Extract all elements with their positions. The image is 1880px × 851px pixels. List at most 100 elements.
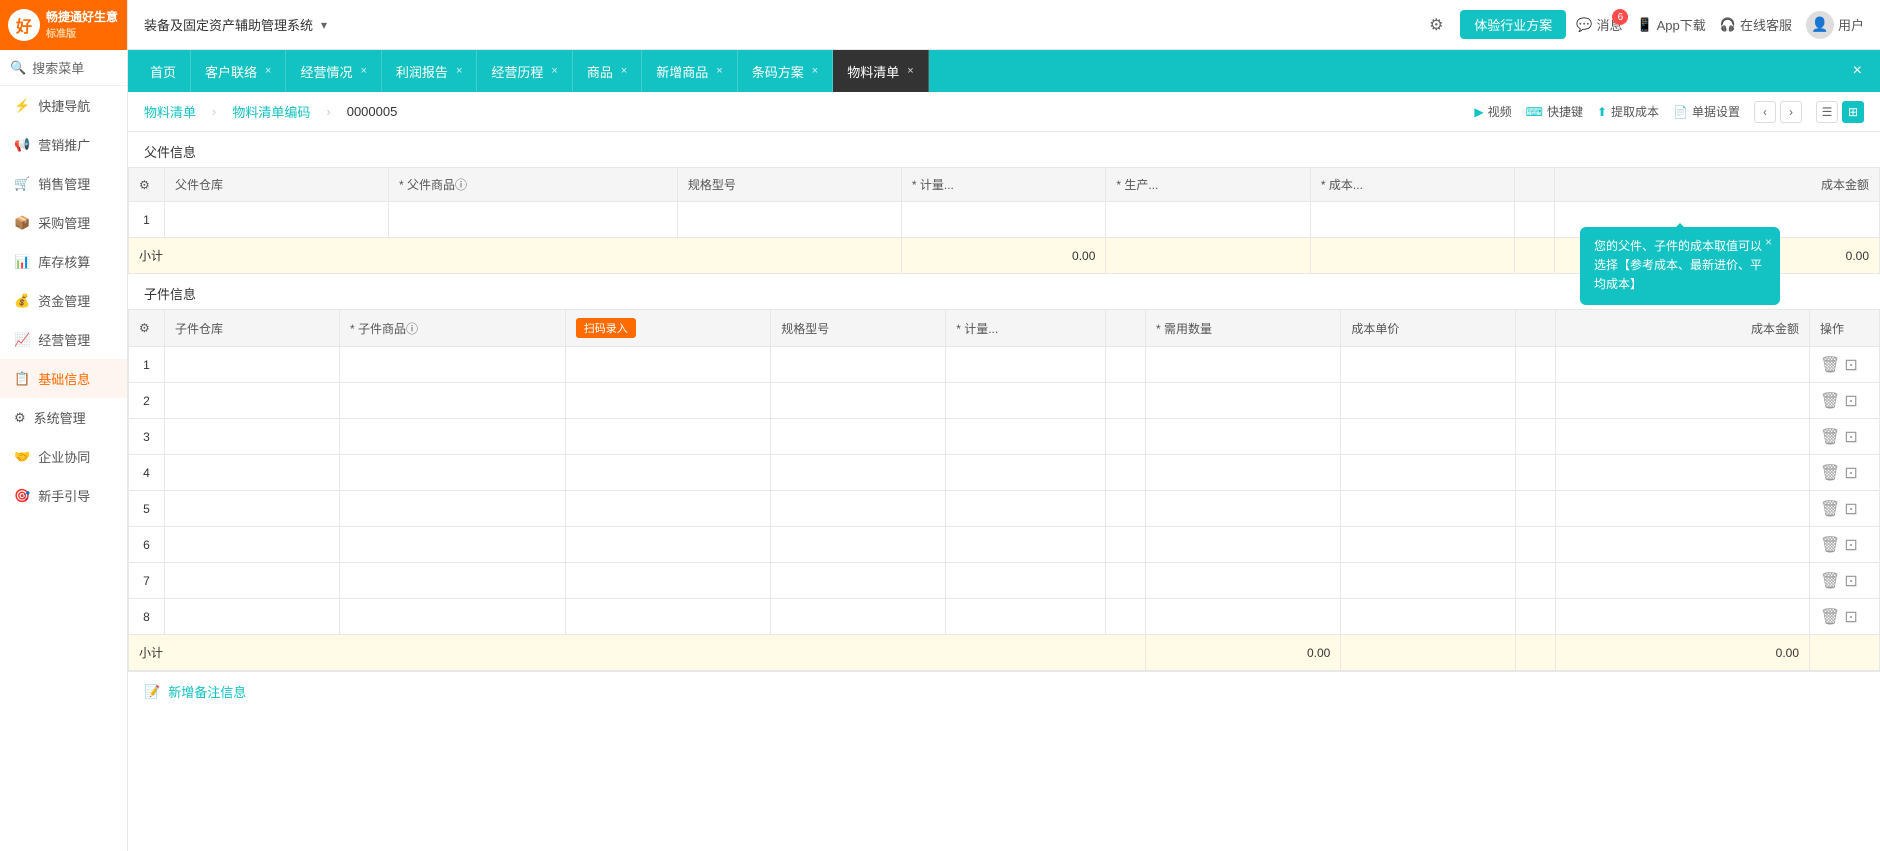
sidebar-item-finance[interactable]: 💰 资金管理 xyxy=(0,281,127,320)
delete-btn-3[interactable]: 🗑 xyxy=(1820,427,1840,447)
sidebar-item-operations[interactable]: 📈 经营管理 xyxy=(0,320,127,359)
tab-barcode[interactable]: 条码方案 × xyxy=(738,50,833,92)
child-cell-qty-6[interactable] xyxy=(1146,527,1341,563)
parent-th-settings[interactable]: ⚙ xyxy=(129,168,165,202)
child-cell-amount-5[interactable] xyxy=(1556,491,1810,527)
child-cell-qty-3[interactable] xyxy=(1146,419,1341,455)
copy-btn-4[interactable]: ⊡ xyxy=(1844,463,1857,483)
child-cell-unit-cost-7[interactable] xyxy=(1341,563,1516,599)
tab-operations[interactable]: 经营情况 × xyxy=(286,50,381,92)
trial-button[interactable]: 体验行业方案 xyxy=(1460,10,1566,39)
tab-barcode-close[interactable]: × xyxy=(812,65,818,77)
child-cell-unit-cost-8[interactable] xyxy=(1341,599,1516,635)
copy-btn-8[interactable]: ⊡ xyxy=(1844,607,1857,627)
child-cell-warehouse-7[interactable] xyxy=(165,563,340,599)
message-btn[interactable]: 💬 消息 6 xyxy=(1576,15,1622,34)
child-cell-unit-1[interactable] xyxy=(946,347,1106,383)
child-cell-spec-1[interactable] xyxy=(771,347,946,383)
delete-btn-8[interactable]: 🗑 xyxy=(1820,607,1840,627)
child-cell-amount-6[interactable] xyxy=(1556,527,1810,563)
prev-arrow[interactable]: ‹ xyxy=(1754,101,1776,123)
child-cell-warehouse-8[interactable] xyxy=(165,599,340,635)
child-cell-unit-2[interactable] xyxy=(946,383,1106,419)
parent-cell-goods[interactable] xyxy=(388,202,677,238)
child-cell-goods-2[interactable] xyxy=(340,383,566,419)
child-cell-qty-2[interactable] xyxy=(1146,383,1341,419)
sidebar-item-enterprise[interactable]: 🤝 企业协同 xyxy=(0,437,127,476)
child-cell-spec-6[interactable] xyxy=(771,527,946,563)
child-cell-unit-7[interactable] xyxy=(946,563,1106,599)
child-cell-unit-cost-3[interactable] xyxy=(1341,419,1516,455)
copy-btn-2[interactable]: ⊡ xyxy=(1844,391,1857,411)
extract-cost-btn[interactable]: ⬆ 提取成本 xyxy=(1597,103,1659,120)
breadcrumb-code-label[interactable]: 物料清单编码 xyxy=(232,102,310,121)
child-cell-amount-4[interactable] xyxy=(1556,455,1810,491)
shortcut-btn[interactable]: ⌨ 快捷键 xyxy=(1526,103,1583,120)
tab-profit-close[interactable]: × xyxy=(456,65,462,77)
tab-history-close[interactable]: × xyxy=(551,65,557,77)
child-cell-warehouse-2[interactable] xyxy=(165,383,340,419)
tooltip-close-btn[interactable]: × xyxy=(1765,233,1772,252)
online-service-btn[interactable]: 🎧 在线客服 xyxy=(1720,15,1792,34)
video-btn[interactable]: ▶ 视频 xyxy=(1474,103,1511,120)
delete-btn-7[interactable]: 🗑 xyxy=(1820,571,1840,591)
search-menu[interactable]: 🔍 搜索菜单 xyxy=(0,50,127,86)
child-cell-unit-cost-4[interactable] xyxy=(1341,455,1516,491)
child-cell-unit-cost-2[interactable] xyxy=(1341,383,1516,419)
sidebar-item-sales[interactable]: 🛒 销售管理 xyxy=(0,164,127,203)
tab-bom[interactable]: 物料清单 × xyxy=(833,50,928,92)
sidebar-item-purchase[interactable]: 📦 采购管理 xyxy=(0,203,127,242)
child-cell-spec-5[interactable] xyxy=(771,491,946,527)
sidebar-item-inventory[interactable]: 📊 库存核算 xyxy=(0,242,127,281)
child-cell-qty-4[interactable] xyxy=(1146,455,1341,491)
child-cell-warehouse-4[interactable] xyxy=(165,455,340,491)
next-arrow[interactable]: › xyxy=(1780,101,1802,123)
tab-new-goods[interactable]: 新增商品 × xyxy=(642,50,737,92)
child-cell-goods-1[interactable] xyxy=(340,347,566,383)
tab-new-goods-close[interactable]: × xyxy=(716,65,722,77)
system-dropdown[interactable]: ▾ xyxy=(321,18,327,32)
parent-cell-unit[interactable] xyxy=(901,202,1106,238)
all-tabs-close[interactable]: × xyxy=(1843,62,1872,80)
copy-btn-6[interactable]: ⊡ xyxy=(1844,535,1857,555)
tab-operations-close[interactable]: × xyxy=(360,65,366,77)
app-download-btn[interactable]: 📱 App下载 xyxy=(1636,15,1705,34)
tab-customer[interactable]: 客户联络 × xyxy=(191,50,286,92)
child-cell-amount-3[interactable] xyxy=(1556,419,1810,455)
breadcrumb-code-value[interactable]: 0000005 xyxy=(347,104,398,119)
child-cell-qty-5[interactable] xyxy=(1146,491,1341,527)
child-cell-amount-1[interactable] xyxy=(1556,347,1810,383)
sidebar-item-basic-info[interactable]: 📋 基础信息 xyxy=(0,359,127,398)
user-btn[interactable]: 👤 用户 xyxy=(1806,11,1864,39)
child-cell-goods-4[interactable] xyxy=(340,455,566,491)
tab-bom-close[interactable]: × xyxy=(907,65,913,77)
tab-goods[interactable]: 商品 × xyxy=(573,50,642,92)
list-view-btn[interactable]: ☰ xyxy=(1816,101,1838,123)
copy-btn-7[interactable]: ⊡ xyxy=(1844,571,1857,591)
child-cell-unit-3[interactable] xyxy=(946,419,1106,455)
tab-history[interactable]: 经营历程 × xyxy=(477,50,572,92)
child-th-settings[interactable]: ⚙ xyxy=(129,310,165,347)
child-cell-spec-4[interactable] xyxy=(771,455,946,491)
child-cell-goods-6[interactable] xyxy=(340,527,566,563)
child-cell-spec-7[interactable] xyxy=(771,563,946,599)
child-cell-warehouse-5[interactable] xyxy=(165,491,340,527)
delete-btn-2[interactable]: 🗑 xyxy=(1820,391,1840,411)
copy-btn-1[interactable]: ⊡ xyxy=(1844,355,1857,375)
copy-btn-5[interactable]: ⊡ xyxy=(1844,499,1857,519)
parent-cell-produce[interactable] xyxy=(1106,202,1311,238)
parent-cell-warehouse[interactable] xyxy=(165,202,389,238)
child-cell-spec-3[interactable] xyxy=(771,419,946,455)
child-cell-amount-8[interactable] xyxy=(1556,599,1810,635)
tab-profit[interactable]: 利润报告 × xyxy=(382,50,477,92)
grid-view-btn[interactable]: ⊞ xyxy=(1842,101,1864,123)
child-cell-goods-5[interactable] xyxy=(340,491,566,527)
child-cell-warehouse-6[interactable] xyxy=(165,527,340,563)
child-cell-goods-3[interactable] xyxy=(340,419,566,455)
child-cell-unit-5[interactable] xyxy=(946,491,1106,527)
tab-home[interactable]: 首页 xyxy=(136,50,191,92)
child-cell-warehouse-1[interactable] xyxy=(165,347,340,383)
sidebar-item-marketing[interactable]: 📢 营销推广 xyxy=(0,125,127,164)
sidebar-item-system[interactable]: ⚙ 系统管理 xyxy=(0,398,127,437)
scan-input-btn[interactable]: 扫码录入 xyxy=(576,318,636,338)
